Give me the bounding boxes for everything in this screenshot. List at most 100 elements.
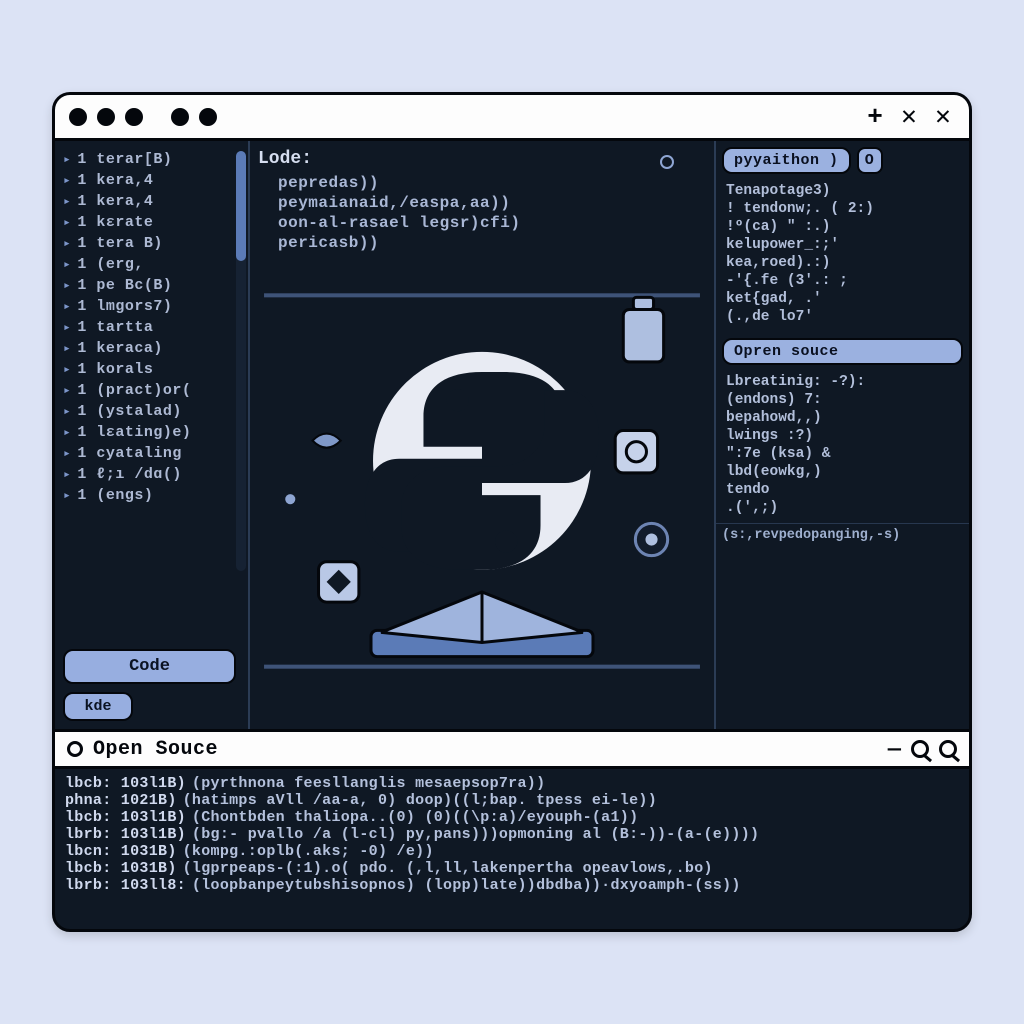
close-button[interactable]: ✕ bbox=[931, 101, 955, 132]
file-label: 1 (erg, bbox=[77, 256, 144, 273]
file-item[interactable]: ▸1 kɛrate bbox=[63, 212, 242, 233]
titlebar-left bbox=[69, 108, 217, 126]
titlebar: + ✕ ✕ bbox=[55, 95, 969, 141]
main-area: ▸ 1 terar[B) ▸ 1 kera,4 ▸ 1 kera,4 ▸1 kɛrat… bbox=[55, 141, 969, 729]
terminal-line: lbrb: 103l1B) (bg:- pvallo /a (l-cl) py,p… bbox=[65, 826, 959, 843]
panel-line: .(',;) bbox=[726, 499, 961, 517]
chevron-right-icon: ▸ bbox=[63, 404, 71, 419]
file-label: 1 kera,4 bbox=[77, 193, 153, 210]
chevron-right-icon: ▸ bbox=[63, 236, 71, 251]
indicator-dot-icon bbox=[660, 155, 674, 169]
chevron-right-icon: ▸ bbox=[63, 488, 71, 503]
sidebar-scrollbar[interactable] bbox=[236, 151, 246, 571]
chevron-right-icon: ▸ bbox=[63, 152, 71, 167]
chevron-right-icon: ▸ bbox=[63, 278, 71, 293]
traffic-dot-icon[interactable] bbox=[199, 108, 217, 126]
file-item[interactable]: ▸ 1 terar[B) bbox=[63, 149, 242, 170]
terminal-line: lbcn: 1031B) (kompg.:oplb(.aks; -0) /e)) bbox=[65, 843, 959, 860]
file-item[interactable]: ▸ 1 kera,4 bbox=[63, 170, 242, 191]
file-label: 1 tera B) bbox=[77, 235, 163, 252]
file-label: 1 (engs) bbox=[77, 487, 153, 504]
panel-line: kea,roed).:) bbox=[726, 254, 961, 272]
file-item[interactable]: ▸1 keraca) bbox=[63, 338, 242, 359]
new-tab-button[interactable]: + bbox=[863, 102, 887, 132]
file-label: 1 tartta bbox=[77, 319, 153, 336]
traffic-dot-icon[interactable] bbox=[97, 108, 115, 126]
terminal-prefix: lbrb: 103ll8: bbox=[65, 877, 186, 894]
file-item[interactable]: ▸ 1 pe Bc(B) bbox=[63, 275, 242, 296]
scrollbar-thumb[interactable] bbox=[236, 151, 246, 261]
file-list: ▸ 1 terar[B) ▸ 1 kera,4 ▸ 1 kera,4 ▸1 kɛrat… bbox=[63, 149, 242, 643]
chevron-right-icon: ▸ bbox=[63, 383, 71, 398]
python-panel-header: pyyaithon ) O bbox=[716, 141, 969, 180]
file-label: 1 (pract)or( bbox=[77, 382, 191, 399]
file-item[interactable]: ▸ 1 (erg, bbox=[63, 254, 242, 275]
panel-badge[interactable]: O bbox=[857, 147, 883, 174]
panel-line: bepahowd,,) bbox=[726, 409, 961, 427]
file-item[interactable]: ▸ 1 (engs) bbox=[63, 485, 242, 506]
file-label: 1 lmgors7) bbox=[77, 298, 172, 315]
file-label: 1 kera,4 bbox=[77, 172, 153, 189]
terminal-text: (pyrthnona feesllanglis mesaepsop7ra)) bbox=[192, 775, 545, 792]
editor-title: Lode: bbox=[258, 149, 706, 169]
chevron-right-icon: ▸ bbox=[63, 194, 71, 209]
terminal-panel[interactable]: lbcb: 103l1B) (pyrthnona feesllanglis mes… bbox=[55, 769, 969, 929]
terminal-line: lbcb: 103l1B) (pyrthnona feesllanglis mes… bbox=[65, 775, 959, 792]
terminal-prefix: lbcb: 103l1B) bbox=[65, 775, 186, 792]
code-line: pericasb)) bbox=[258, 233, 706, 253]
close-button[interactable]: ✕ bbox=[897, 101, 921, 132]
opensource-pill[interactable]: Opren souce bbox=[722, 338, 963, 365]
panel-line: (endons) 7: bbox=[726, 391, 961, 409]
terminal-text: (kompg.:oplb(.aks; -0) /e)) bbox=[183, 843, 434, 860]
file-label: 1 cyataling bbox=[77, 445, 182, 462]
file-label: 1 pe Bc(B) bbox=[77, 277, 172, 294]
circle-icon bbox=[67, 741, 83, 757]
terminal-text: (loopbanpeytubshisopnos) (lopp)late))dbd… bbox=[192, 877, 741, 894]
panel-line: Tenapotage3) bbox=[726, 182, 961, 200]
chevron-right-icon: ▸ bbox=[63, 362, 71, 377]
panel-line: (.,de lo7' bbox=[726, 308, 961, 326]
code-button[interactable]: Code bbox=[63, 649, 236, 684]
search-icon[interactable] bbox=[911, 740, 929, 758]
opensource-bar: Open Souce — bbox=[55, 729, 969, 769]
kde-button[interactable]: kde bbox=[63, 692, 133, 721]
panel-line: Lbreatinig: -?): bbox=[726, 373, 961, 391]
python-pill[interactable]: pyyaithon ) bbox=[722, 147, 851, 174]
chevron-right-icon: ▸ bbox=[63, 320, 71, 335]
terminal-prefix: lbrb: 103l1B) bbox=[65, 826, 186, 843]
file-item[interactable]: ▸1 korals bbox=[63, 359, 242, 380]
right-footer: (s:,revpedopanging,-s) bbox=[716, 523, 969, 547]
chevron-right-icon: ▸ bbox=[63, 446, 71, 461]
chevron-right-icon: ▸ bbox=[63, 257, 71, 272]
terminal-text: (bg:- pvallo /a (l-cl) py,pans)))opmonin… bbox=[192, 826, 759, 843]
file-item[interactable]: ▸ 1 tartta bbox=[63, 317, 242, 338]
file-item[interactable]: ▸ 1 kera,4 bbox=[63, 191, 242, 212]
panel-line: -'{.fe (3'.: ; bbox=[726, 272, 961, 290]
file-item[interactable]: ▸1 lmgors7) bbox=[63, 296, 242, 317]
chevron-right-icon: ▸ bbox=[63, 467, 71, 482]
chevron-right-icon: ▸ bbox=[63, 173, 71, 188]
file-label: 1 terar[B) bbox=[77, 151, 172, 168]
traffic-dot-icon[interactable] bbox=[125, 108, 143, 126]
right-sidebar: pyyaithon ) O Tenapotage3) ! tendonw;. (… bbox=[714, 141, 969, 729]
panel-line: !º(ca) " :.) bbox=[726, 218, 961, 236]
file-item[interactable]: ▸ 1 cyataling bbox=[63, 443, 242, 464]
terminal-prefix: lbcn: 1031B) bbox=[65, 843, 177, 860]
file-item[interactable]: ▸1 ℓ;ı /dɑ() bbox=[63, 464, 242, 485]
traffic-dot-icon[interactable] bbox=[171, 108, 189, 126]
opensource-label: Open Souce bbox=[93, 738, 218, 761]
search-icon[interactable] bbox=[939, 740, 957, 758]
panel-line: ! tendonw;. ( 2:) bbox=[726, 200, 961, 218]
file-item[interactable]: ▸1 (ystalad) bbox=[63, 401, 242, 422]
panel-line: tendo bbox=[726, 481, 961, 499]
terminal-line: phna: 1021B)(hatimps aVll /aa-a, 0) doop… bbox=[65, 792, 959, 809]
file-item[interactable]: ▸1 lɛating)e) bbox=[63, 422, 242, 443]
file-item[interactable]: ▸ 1 (pract)or( bbox=[63, 380, 242, 401]
file-item[interactable]: ▸ 1 tera B) bbox=[63, 233, 242, 254]
opensource-panel-body: Lbreatinig: -?): (endons) 7: bepahowd,,)… bbox=[716, 371, 969, 523]
terminal-prefix: lbcb: 1031B) bbox=[65, 860, 177, 877]
code-editor[interactable]: Lode: pepredas)) peymaianaid,/easpa,aa))… bbox=[250, 141, 714, 729]
minimize-icon[interactable]: — bbox=[888, 737, 901, 762]
traffic-dot-icon[interactable] bbox=[69, 108, 87, 126]
chevron-right-icon: ▸ bbox=[63, 341, 71, 356]
